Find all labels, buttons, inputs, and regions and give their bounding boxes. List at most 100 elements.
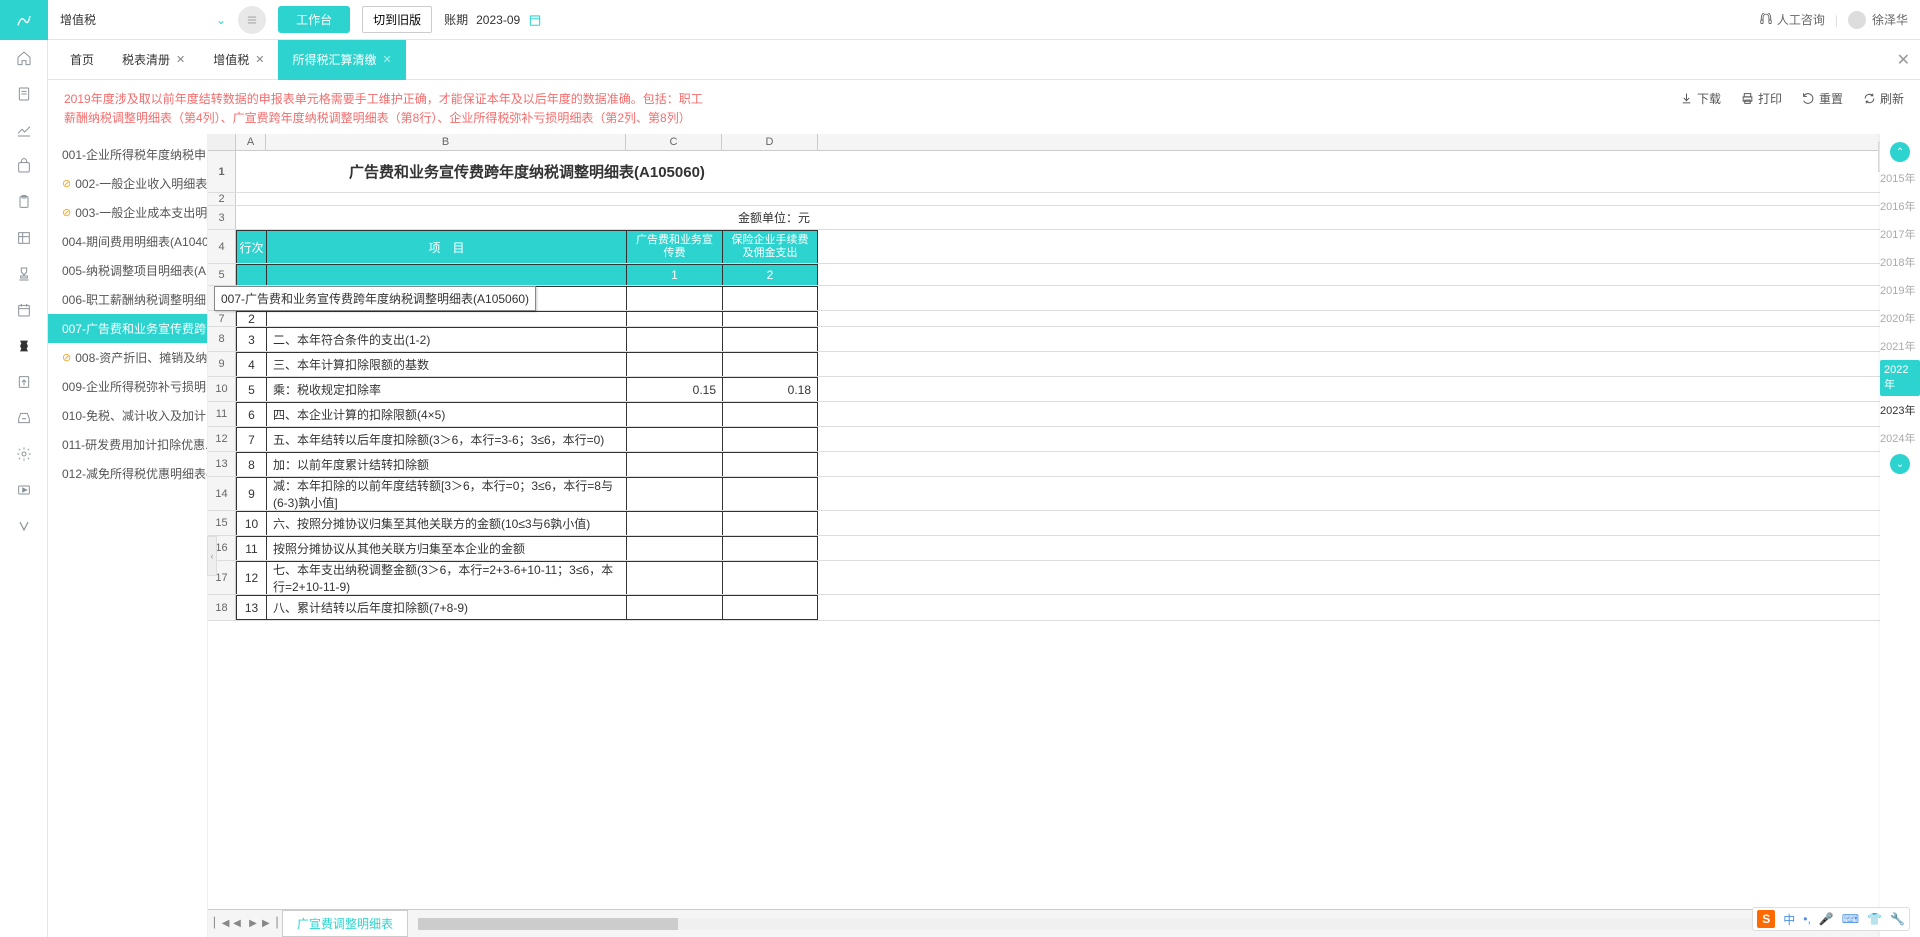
cell[interactable]: 2: [236, 311, 266, 326]
close-icon[interactable]: ✕: [383, 53, 392, 66]
row-number[interactable]: 4: [208, 230, 236, 263]
row-number[interactable]: 18: [208, 595, 236, 620]
year-item[interactable]: 2023年: [1880, 396, 1920, 424]
row-number[interactable]: 9: [208, 352, 236, 376]
cell[interactable]: [626, 561, 722, 594]
row-number[interactable]: 3: [208, 206, 236, 229]
cell[interactable]: 减：本年扣除的以前年度结转额[3＞6，本行=0；3≤6，本行=8与(6-3)孰小…: [266, 477, 626, 510]
sheet-nav-last-icon[interactable]: ▶▕: [262, 918, 276, 929]
cell[interactable]: [722, 286, 818, 310]
tab-home[interactable]: 首页: [56, 40, 108, 80]
form-list-item[interactable]: 012-减免所得税优惠明细表(...: [48, 459, 207, 488]
year-item[interactable]: 2017年: [1880, 220, 1920, 248]
nav-inbox-icon[interactable]: [0, 400, 48, 436]
row-number[interactable]: 14: [208, 477, 236, 510]
user-menu[interactable]: 徐泽华: [1848, 11, 1908, 29]
year-item[interactable]: 2021年: [1880, 332, 1920, 360]
consult-link[interactable]: 人工咨询: [1759, 11, 1825, 28]
cell[interactable]: [626, 286, 722, 310]
close-all-tabs-icon[interactable]: ✕: [1897, 50, 1910, 70]
sheet-nav-prev-icon[interactable]: ◀: [230, 918, 244, 929]
sheet-nav-first-icon[interactable]: ▏◀: [214, 918, 228, 929]
collapse-sidebar-handle[interactable]: ‹: [207, 536, 217, 576]
nav-tax-icon[interactable]: [0, 328, 48, 364]
cell[interactable]: 0.18: [722, 377, 818, 401]
cell[interactable]: [626, 511, 722, 535]
cell[interactable]: [626, 402, 722, 426]
cell[interactable]: 6: [236, 402, 266, 426]
cell[interactable]: [626, 595, 722, 620]
col-header[interactable]: D: [722, 134, 818, 150]
year-item[interactable]: 2019年: [1880, 276, 1920, 304]
row-number[interactable]: 7: [208, 311, 236, 326]
nav-settings-icon[interactable]: [0, 436, 48, 472]
nav-doc-icon[interactable]: [0, 76, 48, 112]
nav-chart-icon[interactable]: [0, 112, 48, 148]
row-number[interactable]: 5: [208, 264, 236, 285]
print-button[interactable]: 打印: [1741, 90, 1782, 107]
workbench-button[interactable]: 工作台: [278, 6, 350, 33]
form-list-item[interactable]: 011-研发费用加计扣除优惠...: [48, 430, 207, 459]
row-number[interactable]: 1: [208, 151, 236, 192]
cell[interactable]: 4: [236, 352, 266, 376]
cell[interactable]: [626, 327, 722, 351]
tab-vat[interactable]: 增值税✕: [199, 40, 278, 80]
year-item[interactable]: 2022年: [1880, 360, 1920, 396]
cell[interactable]: 10: [236, 511, 266, 535]
horizontal-scrollbar[interactable]: [418, 918, 1870, 930]
form-list-item[interactable]: 004-期间费用明细表(A1040...: [48, 227, 207, 256]
row-number[interactable]: 12: [208, 427, 236, 451]
nav-table-icon[interactable]: [0, 220, 48, 256]
select-all-corner[interactable]: [208, 134, 236, 150]
form-list-item[interactable]: 006-职工薪酬纳税调整明细...: [48, 285, 207, 314]
cell[interactable]: 八、累计结转以后年度扣除额(7+8-9): [266, 595, 626, 620]
cell[interactable]: [722, 402, 818, 426]
cell[interactable]: [722, 352, 818, 376]
year-item[interactable]: 2018年: [1880, 248, 1920, 276]
nav-calendar-icon[interactable]: [0, 292, 48, 328]
row-number[interactable]: 15: [208, 511, 236, 535]
cell[interactable]: [722, 561, 818, 594]
sheet-nav-next-icon[interactable]: ▶: [246, 918, 260, 929]
form-list-item[interactable]: 005-纳税调整项目明细表(A1...: [48, 256, 207, 285]
cell[interactable]: 11: [236, 536, 266, 560]
form-list-item[interactable]: ⊘002-一般企业收入明细表(A...: [48, 169, 207, 198]
cell[interactable]: 三、本年计算扣除限额的基数: [266, 352, 626, 376]
cell[interactable]: 按照分摊协议从其他关联方归集至本企业的金额: [266, 536, 626, 560]
year-item[interactable]: 2016年: [1880, 192, 1920, 220]
ime-punct-icon[interactable]: •,: [1803, 912, 1811, 926]
cell[interactable]: 二、本年符合条件的支出(1-2): [266, 327, 626, 351]
refresh-button[interactable]: 刷新: [1863, 90, 1904, 107]
cell[interactable]: 五、本年结转以后年度扣除额(3＞6，本行=3-6；3≤6，本行=0): [266, 427, 626, 451]
sheet-tab[interactable]: 广宣费调整明细表: [282, 910, 408, 937]
download-button[interactable]: 下载: [1680, 90, 1721, 107]
cell[interactable]: [626, 311, 722, 326]
ime-tool-icon[interactable]: 🔧: [1890, 912, 1905, 926]
cell[interactable]: 9: [236, 477, 266, 510]
module-dropdown[interactable]: 增值税 ⌄: [60, 11, 226, 28]
nav-bag-icon[interactable]: [0, 148, 48, 184]
cell[interactable]: 乘：税收规定扣除率: [266, 377, 626, 401]
nav-v-icon[interactable]: [0, 508, 48, 544]
form-list-item[interactable]: 009-企业所得税弥补亏损明...: [48, 372, 207, 401]
nav-export-icon[interactable]: [0, 364, 48, 400]
year-scroll-down-icon[interactable]: ⌄: [1890, 454, 1910, 474]
col-header[interactable]: B: [266, 134, 626, 150]
close-icon[interactable]: ✕: [255, 53, 264, 66]
tab-tax-list[interactable]: 税表清册✕: [108, 40, 199, 80]
year-item[interactable]: 2024年: [1880, 424, 1920, 452]
period-value[interactable]: 2023-09: [476, 13, 520, 27]
year-item[interactable]: 2015年: [1880, 164, 1920, 192]
calendar-icon[interactable]: [528, 13, 542, 27]
year-item[interactable]: 2020年: [1880, 304, 1920, 332]
cell[interactable]: 7: [236, 427, 266, 451]
cell[interactable]: 8: [236, 452, 266, 476]
nav-video-icon[interactable]: [0, 472, 48, 508]
cell[interactable]: [722, 427, 818, 451]
row-number[interactable]: 13: [208, 452, 236, 476]
cell[interactable]: 5: [236, 377, 266, 401]
cell[interactable]: 六、按照分摊协议归集至其他关联方的金额(10≤3与6孰小值): [266, 511, 626, 535]
row-number[interactable]: 10: [208, 377, 236, 401]
col-header[interactable]: C: [626, 134, 722, 150]
nav-clipboard-icon[interactable]: [0, 184, 48, 220]
